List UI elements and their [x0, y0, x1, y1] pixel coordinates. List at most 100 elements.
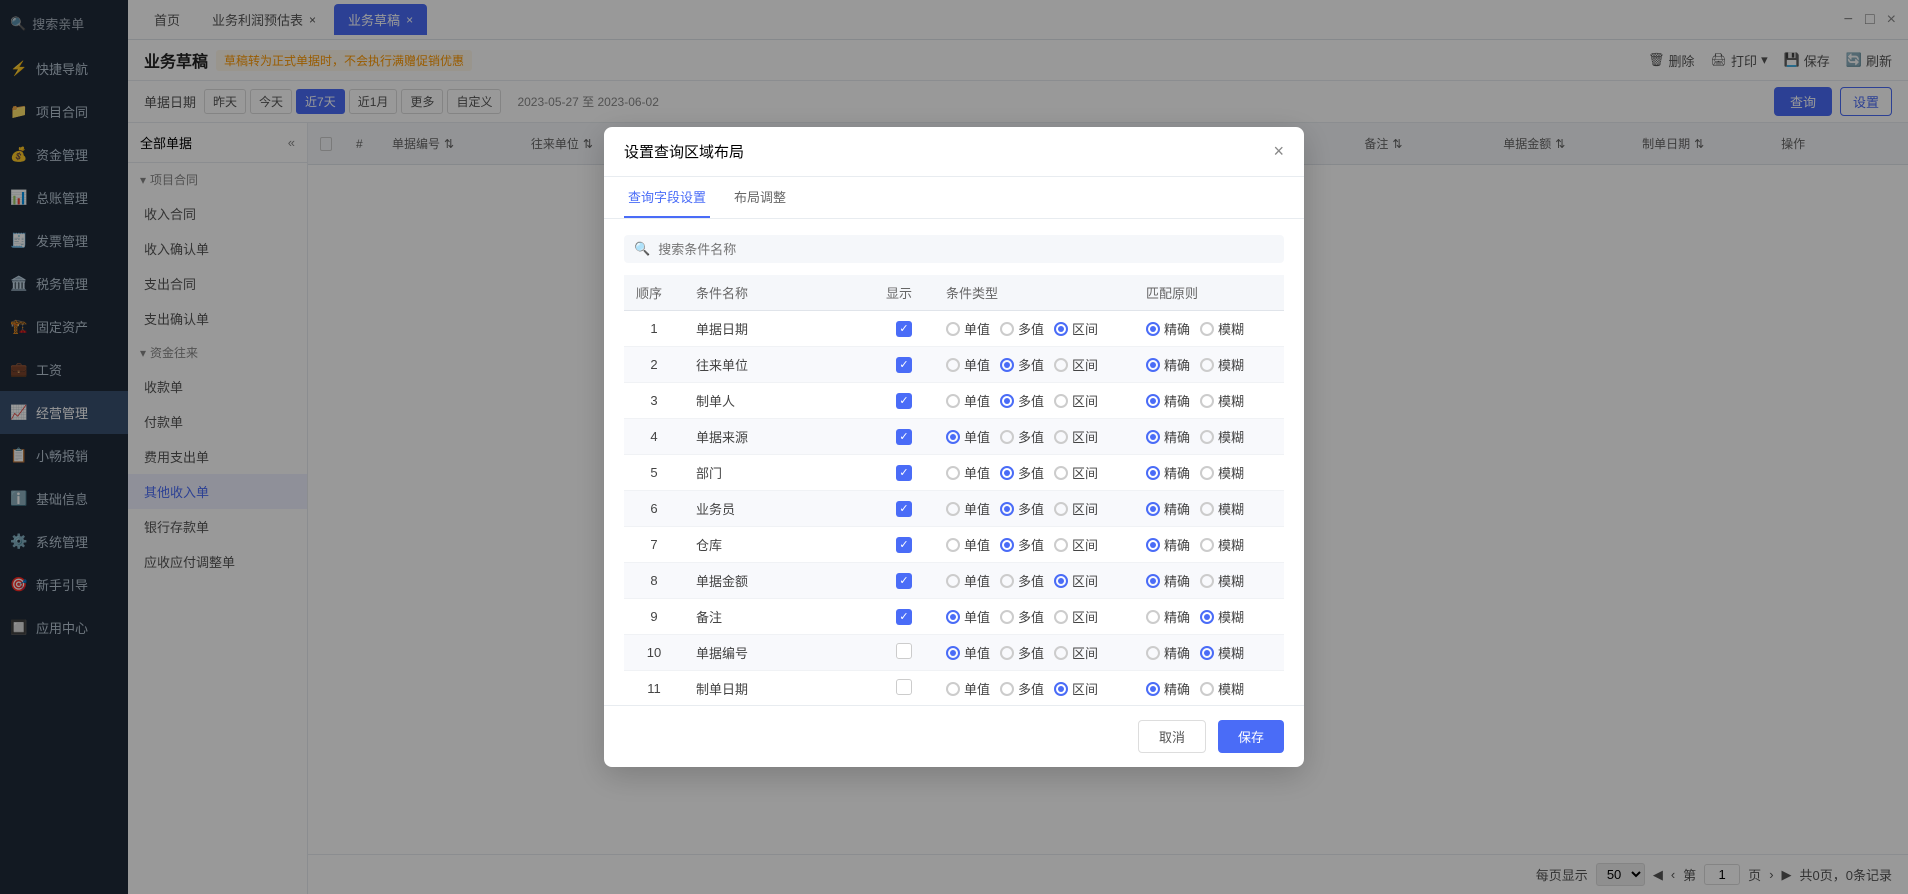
radio-type-range[interactable]: 区间: [1054, 679, 1098, 698]
radio-type-multiple[interactable]: 多值: [1000, 499, 1044, 518]
radio-type-single[interactable]: 单值: [946, 679, 990, 698]
th-condition-type: 条件类型: [934, 275, 1134, 311]
cell-show[interactable]: ✓: [874, 419, 934, 455]
radio-match-exact[interactable]: 精确: [1146, 643, 1190, 662]
radio-match-fuzzy[interactable]: 模糊: [1200, 355, 1244, 374]
radio-type-range[interactable]: 区间: [1054, 571, 1098, 590]
radio-type-range[interactable]: 区间: [1054, 499, 1098, 518]
radio-label: 模糊: [1218, 463, 1244, 482]
cell-show[interactable]: ✓: [874, 455, 934, 491]
radio-type-multiple[interactable]: 多值: [1000, 679, 1044, 698]
cell-type: 单值多值区间: [934, 527, 1134, 563]
settings-modal: 设置查询区域布局 × 查询字段设置 布局调整 🔍 顺序: [604, 127, 1304, 767]
type-radio-group: 单值多值区间: [946, 391, 1122, 410]
modal-close-btn[interactable]: ×: [1273, 141, 1284, 162]
radio-type-range[interactable]: 区间: [1054, 643, 1098, 662]
radio-match-fuzzy[interactable]: 模糊: [1200, 391, 1244, 410]
cell-show[interactable]: ✓: [874, 311, 934, 347]
radio-type-single[interactable]: 单值: [946, 571, 990, 590]
radio-match-exact[interactable]: 精确: [1146, 463, 1190, 482]
radio-circle: [1200, 646, 1214, 660]
show-checkbox[interactable]: ✓: [896, 573, 912, 589]
show-checkbox[interactable]: ✓: [896, 393, 912, 409]
radio-match-fuzzy[interactable]: 模糊: [1200, 679, 1244, 698]
radio-type-range[interactable]: 区间: [1054, 427, 1098, 446]
show-checkbox[interactable]: ✓: [896, 465, 912, 481]
radio-match-fuzzy[interactable]: 模糊: [1200, 427, 1244, 446]
modal-tab-layout[interactable]: 布局调整: [730, 177, 790, 218]
radio-type-range[interactable]: 区间: [1054, 319, 1098, 338]
radio-match-exact[interactable]: 精确: [1146, 355, 1190, 374]
radio-type-single[interactable]: 单值: [946, 607, 990, 626]
radio-label: 模糊: [1218, 535, 1244, 554]
radio-type-multiple[interactable]: 多值: [1000, 643, 1044, 662]
radio-type-single[interactable]: 单值: [946, 319, 990, 338]
radio-circle: [1200, 538, 1214, 552]
radio-match-fuzzy[interactable]: 模糊: [1200, 571, 1244, 590]
radio-match-exact[interactable]: 精确: [1146, 535, 1190, 554]
cell-show[interactable]: ✓: [874, 563, 934, 599]
radio-type-single[interactable]: 单值: [946, 535, 990, 554]
radio-type-multiple[interactable]: 多值: [1000, 607, 1044, 626]
cell-match: 精确模糊: [1134, 563, 1284, 599]
modal-search-input[interactable]: [658, 242, 1274, 257]
cell-show[interactable]: ✓: [874, 527, 934, 563]
show-checkbox[interactable]: ✓: [896, 357, 912, 373]
table-row: 8单据金额✓单值多值区间精确模糊: [624, 563, 1284, 599]
radio-type-multiple[interactable]: 多值: [1000, 319, 1044, 338]
cancel-button[interactable]: 取消: [1138, 720, 1206, 753]
radio-match-exact[interactable]: 精确: [1146, 571, 1190, 590]
radio-match-exact[interactable]: 精确: [1146, 679, 1190, 698]
radio-match-fuzzy[interactable]: 模糊: [1200, 499, 1244, 518]
radio-match-exact[interactable]: 精确: [1146, 391, 1190, 410]
radio-type-single[interactable]: 单值: [946, 355, 990, 374]
radio-circle: [1200, 610, 1214, 624]
radio-type-range[interactable]: 区间: [1054, 355, 1098, 374]
radio-type-range[interactable]: 区间: [1054, 607, 1098, 626]
radio-type-multiple[interactable]: 多值: [1000, 571, 1044, 590]
radio-type-single[interactable]: 单值: [946, 463, 990, 482]
radio-type-single[interactable]: 单值: [946, 427, 990, 446]
radio-type-single[interactable]: 单值: [946, 643, 990, 662]
radio-type-range[interactable]: 区间: [1054, 535, 1098, 554]
radio-match-fuzzy[interactable]: 模糊: [1200, 319, 1244, 338]
radio-type-single[interactable]: 单值: [946, 391, 990, 410]
radio-match-fuzzy[interactable]: 模糊: [1200, 607, 1244, 626]
radio-match-exact[interactable]: 精确: [1146, 499, 1190, 518]
radio-type-multiple[interactable]: 多值: [1000, 391, 1044, 410]
radio-circle: [1146, 466, 1160, 480]
cell-show[interactable]: ✓: [874, 491, 934, 527]
radio-match-fuzzy[interactable]: 模糊: [1200, 535, 1244, 554]
radio-type-multiple[interactable]: 多值: [1000, 355, 1044, 374]
show-checkbox[interactable]: ✓: [896, 429, 912, 445]
show-checkbox[interactable]: [896, 643, 912, 659]
type-radio-group: 单值多值区间: [946, 499, 1122, 518]
show-checkbox[interactable]: [896, 679, 912, 695]
radio-match-exact[interactable]: 精确: [1146, 427, 1190, 446]
cell-show[interactable]: [874, 671, 934, 706]
cell-show[interactable]: ✓: [874, 599, 934, 635]
modal-tab-fields[interactable]: 查询字段设置: [624, 177, 710, 218]
radio-match-exact[interactable]: 精确: [1146, 319, 1190, 338]
radio-type-multiple[interactable]: 多值: [1000, 535, 1044, 554]
radio-type-range[interactable]: 区间: [1054, 391, 1098, 410]
radio-match-exact[interactable]: 精确: [1146, 607, 1190, 626]
show-checkbox[interactable]: ✓: [896, 501, 912, 517]
show-checkbox[interactable]: ✓: [896, 537, 912, 553]
show-checkbox[interactable]: ✓: [896, 321, 912, 337]
radio-type-multiple[interactable]: 多值: [1000, 463, 1044, 482]
radio-label: 多值: [1018, 607, 1044, 626]
cell-show[interactable]: ✓: [874, 347, 934, 383]
radio-type-range[interactable]: 区间: [1054, 463, 1098, 482]
radio-label: 精确: [1164, 679, 1190, 698]
radio-type-multiple[interactable]: 多值: [1000, 427, 1044, 446]
modal-search-icon: 🔍: [634, 241, 650, 257]
save-button[interactable]: 保存: [1218, 720, 1284, 753]
radio-match-fuzzy[interactable]: 模糊: [1200, 463, 1244, 482]
radio-type-single[interactable]: 单值: [946, 499, 990, 518]
radio-circle: [1200, 682, 1214, 696]
cell-show[interactable]: [874, 635, 934, 671]
radio-match-fuzzy[interactable]: 模糊: [1200, 643, 1244, 662]
show-checkbox[interactable]: ✓: [896, 609, 912, 625]
cell-show[interactable]: ✓: [874, 383, 934, 419]
